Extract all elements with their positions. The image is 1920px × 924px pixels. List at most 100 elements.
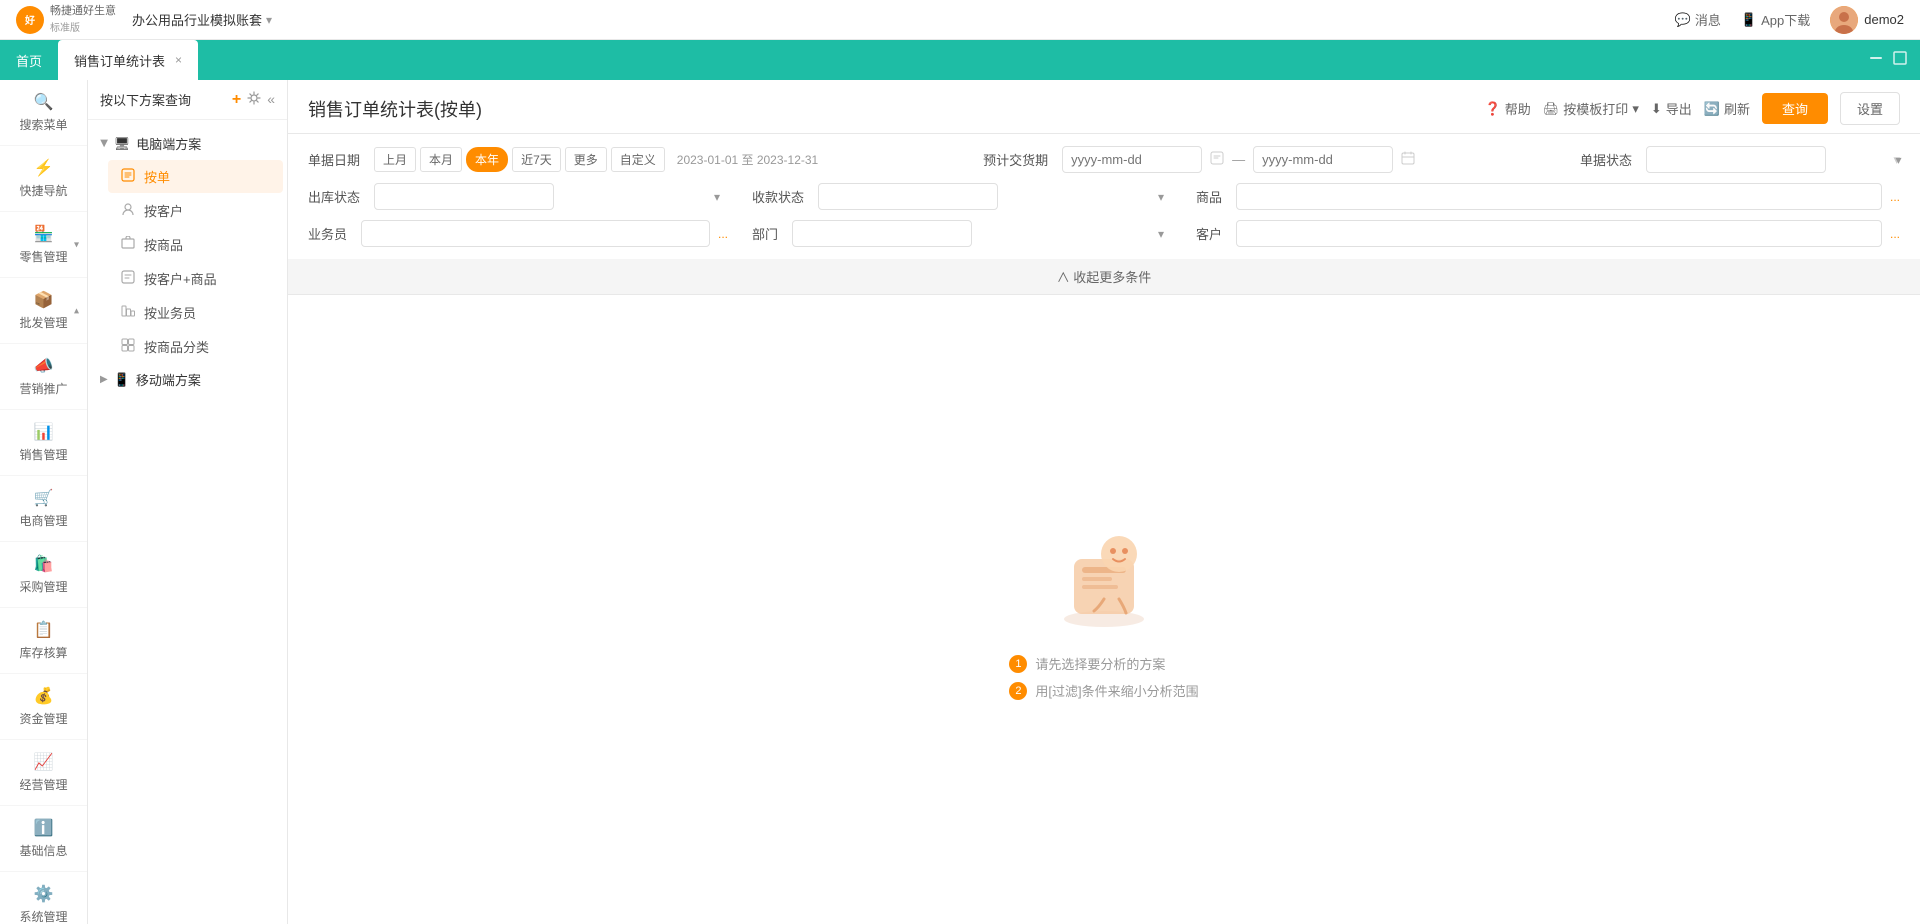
collapse-bar: ∧ 收起更多条件 (288, 259, 1920, 295)
payment-status-select[interactable] (818, 183, 998, 210)
sidebar-item-inventory[interactable]: 📋 库存核算 (0, 608, 87, 674)
wholesale-icon: 📦 (34, 290, 54, 310)
sidebar-item-sales[interactable]: 📊 销售管理 (0, 410, 87, 476)
app-download-label: App下载 (1761, 10, 1810, 29)
logo-sub: 标准版 (50, 19, 116, 34)
app-download-action[interactable]: 📱 App下载 (1741, 10, 1810, 29)
payment-status-label: 收款状态 (752, 187, 810, 206)
date-btn-last-month[interactable]: 上月 (374, 147, 416, 172)
sidebar-item-retail[interactable]: 🏪 零售管理 ▾ (0, 212, 87, 278)
help-action[interactable]: ❓ 帮助 (1485, 99, 1531, 118)
sidebar-item-wholesale[interactable]: 📦 批发管理 ▴ (0, 278, 87, 344)
tab-close-btn[interactable]: × (175, 53, 182, 67)
date-btn-this-month[interactable]: 本月 (420, 147, 462, 172)
breadcrumb: 办公用品行业模拟账套 ▾ (132, 10, 272, 29)
tree-group-pc-label: 电脑端方案 (136, 134, 201, 153)
date-btn-this-year[interactable]: 本年 (466, 147, 508, 172)
page-header: 销售订单统计表(按单) ❓ 帮助 🖨 按模板打印 ▾ ⬇ (288, 80, 1920, 134)
customer-label: 客户 (1196, 224, 1228, 243)
scheme-tree: ▶ 🖥 电脑端方案 按单 (88, 120, 287, 924)
export-action[interactable]: ⬇ 导出 (1651, 99, 1692, 118)
expected-date-calendar-icon (1401, 151, 1415, 168)
sidebar-retail-label: 零售管理 (19, 248, 67, 265)
date-shortcuts: 上月 本月 本年 近7天 更多 自定义 (374, 147, 665, 172)
goods-input[interactable] (1236, 183, 1882, 210)
tree-group-mobile-header[interactable]: ▶ 📱 移动端方案 (88, 364, 287, 395)
out-status-select[interactable] (374, 183, 554, 210)
tab-active[interactable]: 销售订单统计表 × (58, 40, 198, 80)
sidebar-quick-nav-label: 快捷导航 (19, 182, 67, 199)
by-category-icon (120, 338, 136, 355)
out-status-select-wrapper (374, 183, 728, 210)
inventory-icon: 📋 (34, 620, 54, 640)
date-btn-custom[interactable]: 自定义 (611, 147, 665, 172)
page-title-row: 销售订单统计表(按单) ❓ 帮助 🖨 按模板打印 ▾ ⬇ (308, 92, 1900, 125)
breadcrumb-arrow-icon[interactable]: ▾ (266, 13, 272, 27)
sidebar-basic-info-label: 基础信息 (19, 842, 67, 859)
tree-item-by-customer[interactable]: 按客户 (108, 194, 283, 227)
tab-minimize-btn[interactable] (1868, 50, 1884, 71)
sidebar-item-system[interactable]: ⚙️ 系统管理 (0, 872, 87, 924)
scheme-add-btn[interactable]: + (232, 91, 241, 109)
collapse-btn[interactable]: ∧ 收起更多条件 (1057, 267, 1152, 286)
salesperson-more-icon[interactable]: ... (718, 227, 728, 241)
expected-date-end[interactable] (1253, 146, 1393, 173)
refresh-action[interactable]: 🔄 刷新 (1704, 99, 1750, 118)
content-area: 按以下方案查询 + « ▶ 🖥 电脑端方案 (88, 80, 1920, 924)
date-btn-more[interactable]: 更多 (565, 147, 607, 172)
empty-hint-1: 1 请先选择要分析的方案 (1009, 654, 1198, 673)
date-filter-group: 单据日期 上月 本月 本年 近7天 更多 自定义 2023-01-01 至 20… (308, 147, 818, 172)
refresh-icon: 🔄 (1704, 101, 1720, 117)
customer-input[interactable] (1236, 220, 1882, 247)
message-icon: 💬 (1675, 12, 1691, 28)
tree-group-pc-header[interactable]: ▶ 🖥 电脑端方案 (88, 128, 287, 159)
expected-date-start[interactable] (1062, 146, 1202, 173)
date-btn-last-7[interactable]: 近7天 (512, 147, 561, 172)
tab-home[interactable]: 首页 (0, 40, 58, 80)
sidebar-item-operation[interactable]: 📈 经营管理 (0, 740, 87, 806)
tree-item-by-order[interactable]: 按单 (108, 160, 283, 193)
sidebar-wholesale-label: 批发管理 (19, 314, 67, 331)
sidebar-item-ecommerce[interactable]: 🛒 电商管理 (0, 476, 87, 542)
sidebar-item-basic-info[interactable]: ℹ️ 基础信息 (0, 806, 87, 872)
tree-item-by-product[interactable]: 按商品 (108, 228, 283, 261)
tab-maximize-btn[interactable] (1892, 50, 1908, 71)
tree-group-mobile-icon: 📱 (114, 372, 130, 388)
department-select[interactable] (792, 220, 972, 247)
sidebar-item-quick-nav[interactable]: ⚡ 快捷导航 (0, 146, 87, 212)
finance-icon: 💰 (34, 686, 54, 706)
by-product-icon (120, 236, 136, 253)
tree-item-by-category[interactable]: 按商品分类 (108, 330, 283, 363)
ecommerce-icon: 🛒 (34, 488, 54, 508)
settings-btn[interactable]: 设置 (1840, 92, 1900, 125)
by-customer-icon (120, 202, 136, 219)
bill-status-select[interactable] (1646, 146, 1826, 173)
sidebar-item-finance[interactable]: 💰 资金管理 (0, 674, 87, 740)
out-status-label: 出库状态 (308, 187, 366, 206)
salesperson-input[interactable] (361, 220, 710, 247)
logo-text-block: 畅捷通好生意 标准版 (50, 5, 116, 33)
sidebar-system-label: 系统管理 (19, 908, 67, 924)
sidebar-ecommerce-label: 电商管理 (19, 512, 67, 529)
print-action[interactable]: 🖨 按模板打印 ▾ (1543, 99, 1639, 118)
scheme-settings-btn[interactable] (247, 91, 261, 109)
goods-more-icon[interactable]: ... (1890, 190, 1900, 204)
customer-more-icon[interactable]: ... (1890, 227, 1900, 241)
sidebar-item-search[interactable]: 🔍 搜索菜单 (0, 80, 87, 146)
message-action[interactable]: 💬 消息 (1675, 10, 1721, 29)
sidebar-item-purchase[interactable]: 🛍️ 采购管理 (0, 542, 87, 608)
basic-info-icon: ℹ️ (34, 818, 54, 838)
user-area[interactable]: demo2 (1830, 6, 1904, 34)
tree-group-mobile-label: 移动端方案 (136, 370, 201, 389)
sidebar-item-marketing[interactable]: 📣 营销推广 (0, 344, 87, 410)
scheme-collapse-btn[interactable]: « (267, 91, 275, 109)
tree-item-by-salesperson[interactable]: 按业务员 (108, 296, 283, 329)
home-tab-label: 首页 (16, 51, 42, 70)
print-icon: 🖨 (1543, 101, 1560, 117)
search-btn[interactable]: 查询 (1762, 93, 1828, 124)
tree-item-by-customer-product[interactable]: 按客户+商品 (108, 262, 283, 295)
sidebar-finance-label: 资金管理 (19, 710, 67, 727)
tree-arrow-mobile-icon: ▶ (100, 374, 108, 385)
right-panel: 销售订单统计表(按单) ❓ 帮助 🖨 按模板打印 ▾ ⬇ (288, 80, 1920, 924)
tree-item-by-category-label: 按商品分类 (144, 337, 209, 356)
